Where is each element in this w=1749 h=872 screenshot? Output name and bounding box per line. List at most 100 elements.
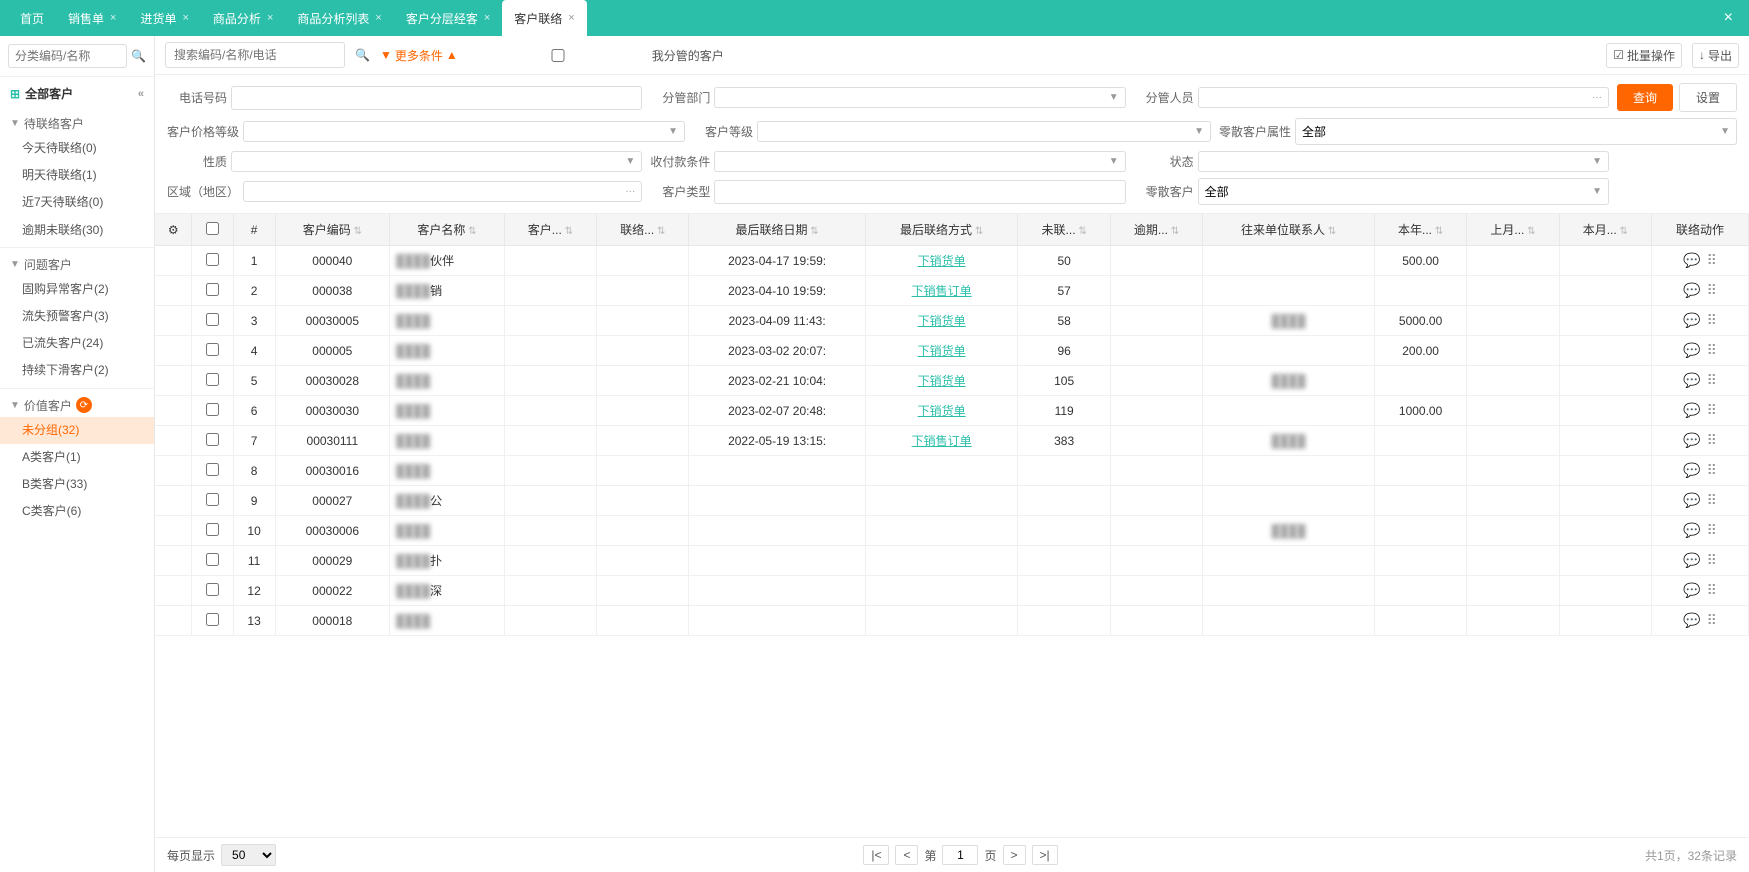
- contact-method-link-2[interactable]: 下销售订单: [912, 284, 972, 298]
- cell-lastmethod-9[interactable]: [865, 486, 1018, 516]
- export-button[interactable]: ↓ 导出: [1692, 43, 1739, 68]
- more-icon-11[interactable]: ⠿: [1707, 552, 1717, 569]
- tab-customer-contact-close[interactable]: ×: [568, 12, 574, 24]
- page-input[interactable]: [942, 845, 978, 865]
- more-icon-12[interactable]: ⠿: [1707, 582, 1717, 599]
- search-icon[interactable]: 🔍: [355, 48, 370, 62]
- chat-icon-3[interactable]: 💬: [1683, 312, 1700, 329]
- tab-customer-segment[interactable]: 客户分层经客 ×: [394, 0, 502, 36]
- window-close-icon[interactable]: ×: [1716, 9, 1741, 27]
- filter-retail-customer-select[interactable]: 全部 ▼: [1198, 178, 1609, 205]
- row-checkbox-5[interactable]: [206, 373, 219, 386]
- col-this-month[interactable]: 本月...: [1559, 214, 1651, 246]
- more-icon-13[interactable]: ⠿: [1707, 612, 1717, 629]
- more-conditions-btn[interactable]: ▼ 更多条件 ▲: [380, 47, 458, 64]
- first-page-btn[interactable]: |<: [863, 845, 889, 865]
- col-last-contact-date[interactable]: 最后联络日期: [689, 214, 865, 246]
- filter-dept-select[interactable]: ▼: [714, 87, 1125, 108]
- chat-icon-7[interactable]: 💬: [1683, 432, 1700, 449]
- home-tab[interactable]: 首页: [8, 0, 56, 36]
- contact-method-link-5[interactable]: 下销货单: [918, 374, 966, 388]
- cell-checkbox-1[interactable]: [192, 246, 233, 276]
- tab-purchase-close[interactable]: ×: [182, 12, 188, 24]
- tab-analysis[interactable]: 商品分析 ×: [201, 0, 285, 36]
- cell-lastmethod-11[interactable]: [865, 546, 1018, 576]
- tab-analysis-list-close[interactable]: ×: [375, 12, 381, 24]
- more-icon-7[interactable]: ⠿: [1707, 432, 1717, 449]
- cell-checkbox-13[interactable]: [192, 606, 233, 636]
- more-icon-9[interactable]: ⠿: [1707, 492, 1717, 509]
- chat-icon-13[interactable]: 💬: [1683, 612, 1700, 629]
- cell-checkbox-4[interactable]: [192, 336, 233, 366]
- cell-checkbox-3[interactable]: [192, 306, 233, 336]
- cell-checkbox-6[interactable]: [192, 396, 233, 426]
- row-checkbox-8[interactable]: [206, 463, 219, 476]
- chat-icon-10[interactable]: 💬: [1683, 522, 1700, 539]
- tab-purchase[interactable]: 进货单 ×: [128, 0, 200, 36]
- sidebar-item-b-class[interactable]: B类客户(33): [0, 471, 154, 498]
- cell-checkbox-11[interactable]: [192, 546, 233, 576]
- row-checkbox-4[interactable]: [206, 343, 219, 356]
- contact-method-link-4[interactable]: 下销货单: [918, 344, 966, 358]
- col-last-contact-method[interactable]: 最后联络方式: [865, 214, 1018, 246]
- tab-analysis-list[interactable]: 商品分析列表 ×: [285, 0, 393, 36]
- col-last-month[interactable]: 上月...: [1467, 214, 1559, 246]
- cell-checkbox-9[interactable]: [192, 486, 233, 516]
- filter-status-select[interactable]: ▼: [1198, 151, 1609, 172]
- cell-checkbox-8[interactable]: [192, 456, 233, 486]
- sidebar-item-unclassified[interactable]: 未分组(32): [0, 417, 154, 444]
- cell-lastmethod-12[interactable]: [865, 576, 1018, 606]
- row-checkbox-7[interactable]: [206, 433, 219, 446]
- tab-sales-close[interactable]: ×: [110, 12, 116, 24]
- cell-checkbox-7[interactable]: [192, 426, 233, 456]
- chat-icon-9[interactable]: 💬: [1683, 492, 1700, 509]
- cell-lastmethod-7[interactable]: 下销售订单: [865, 426, 1018, 456]
- col-customer-type[interactable]: 客户...: [504, 214, 596, 246]
- problem-section-title[interactable]: ▼ 问题客户: [0, 251, 154, 276]
- filter-customer-type-input[interactable]: [714, 180, 1125, 204]
- cell-lastmethod-2[interactable]: 下销售订单: [865, 276, 1018, 306]
- more-icon-8[interactable]: ⠿: [1707, 462, 1717, 479]
- all-customers-header[interactable]: ⊞ 全部客户 «: [0, 77, 154, 110]
- tab-sales[interactable]: 销售单 ×: [56, 0, 128, 36]
- contact-method-link-3[interactable]: 下销货单: [918, 314, 966, 328]
- col-name[interactable]: 客户名称: [390, 214, 505, 246]
- more-icon-10[interactable]: ⠿: [1707, 522, 1717, 539]
- row-checkbox-2[interactable]: [206, 283, 219, 296]
- cell-lastmethod-10[interactable]: [865, 516, 1018, 546]
- sidebar-item-today[interactable]: 今天待联络(0): [0, 135, 154, 162]
- sidebar-item-week[interactable]: 近7天待联络(0): [0, 189, 154, 216]
- tab-customer-segment-close[interactable]: ×: [484, 12, 490, 24]
- cell-lastmethod-13[interactable]: [865, 606, 1018, 636]
- col-contact[interactable]: 联络...: [597, 214, 689, 246]
- chat-icon-11[interactable]: 💬: [1683, 552, 1700, 569]
- value-section-title[interactable]: ▼ 价值客户 ⟳: [0, 392, 154, 417]
- cell-checkbox-10[interactable]: [192, 516, 233, 546]
- sidebar-item-abnormal[interactable]: 固购异常客户(2): [0, 276, 154, 303]
- row-checkbox-12[interactable]: [206, 583, 219, 596]
- cell-lastmethod-1[interactable]: 下销货单: [865, 246, 1018, 276]
- filter-customer-level-select[interactable]: ▼: [757, 121, 1211, 142]
- filter-phone-input[interactable]: [231, 86, 642, 110]
- cell-checkbox-12[interactable]: [192, 576, 233, 606]
- filter-region-select[interactable]: ···: [243, 181, 642, 202]
- sidebar-item-tomorrow[interactable]: 明天待联络(1): [0, 162, 154, 189]
- more-icon-5[interactable]: ⠿: [1707, 372, 1717, 389]
- chat-icon-2[interactable]: 💬: [1683, 282, 1700, 299]
- query-button[interactable]: 查询: [1617, 84, 1673, 111]
- my-customers-checkbox-area[interactable]: 我分管的客户: [468, 47, 724, 64]
- chat-icon-5[interactable]: 💬: [1683, 372, 1700, 389]
- batch-op-button[interactable]: ☑ 批量操作: [1606, 43, 1682, 68]
- per-page-select[interactable]: 50 100 200: [221, 844, 276, 866]
- tab-analysis-close[interactable]: ×: [267, 12, 273, 24]
- more-icon-4[interactable]: ⠿: [1707, 342, 1717, 359]
- row-checkbox-9[interactable]: [206, 493, 219, 506]
- chat-icon-1[interactable]: 💬: [1683, 252, 1700, 269]
- filter-nature-select[interactable]: ▼: [231, 151, 642, 172]
- cell-checkbox-2[interactable]: [192, 276, 233, 306]
- sidebar-item-c-class[interactable]: C类客户(6): [0, 498, 154, 525]
- more-icon-2[interactable]: ⠿: [1707, 282, 1717, 299]
- row-checkbox-3[interactable]: [206, 313, 219, 326]
- contact-method-link-1[interactable]: 下销货单: [918, 254, 966, 268]
- col-unit-contact[interactable]: 往来单位联系人: [1203, 214, 1375, 246]
